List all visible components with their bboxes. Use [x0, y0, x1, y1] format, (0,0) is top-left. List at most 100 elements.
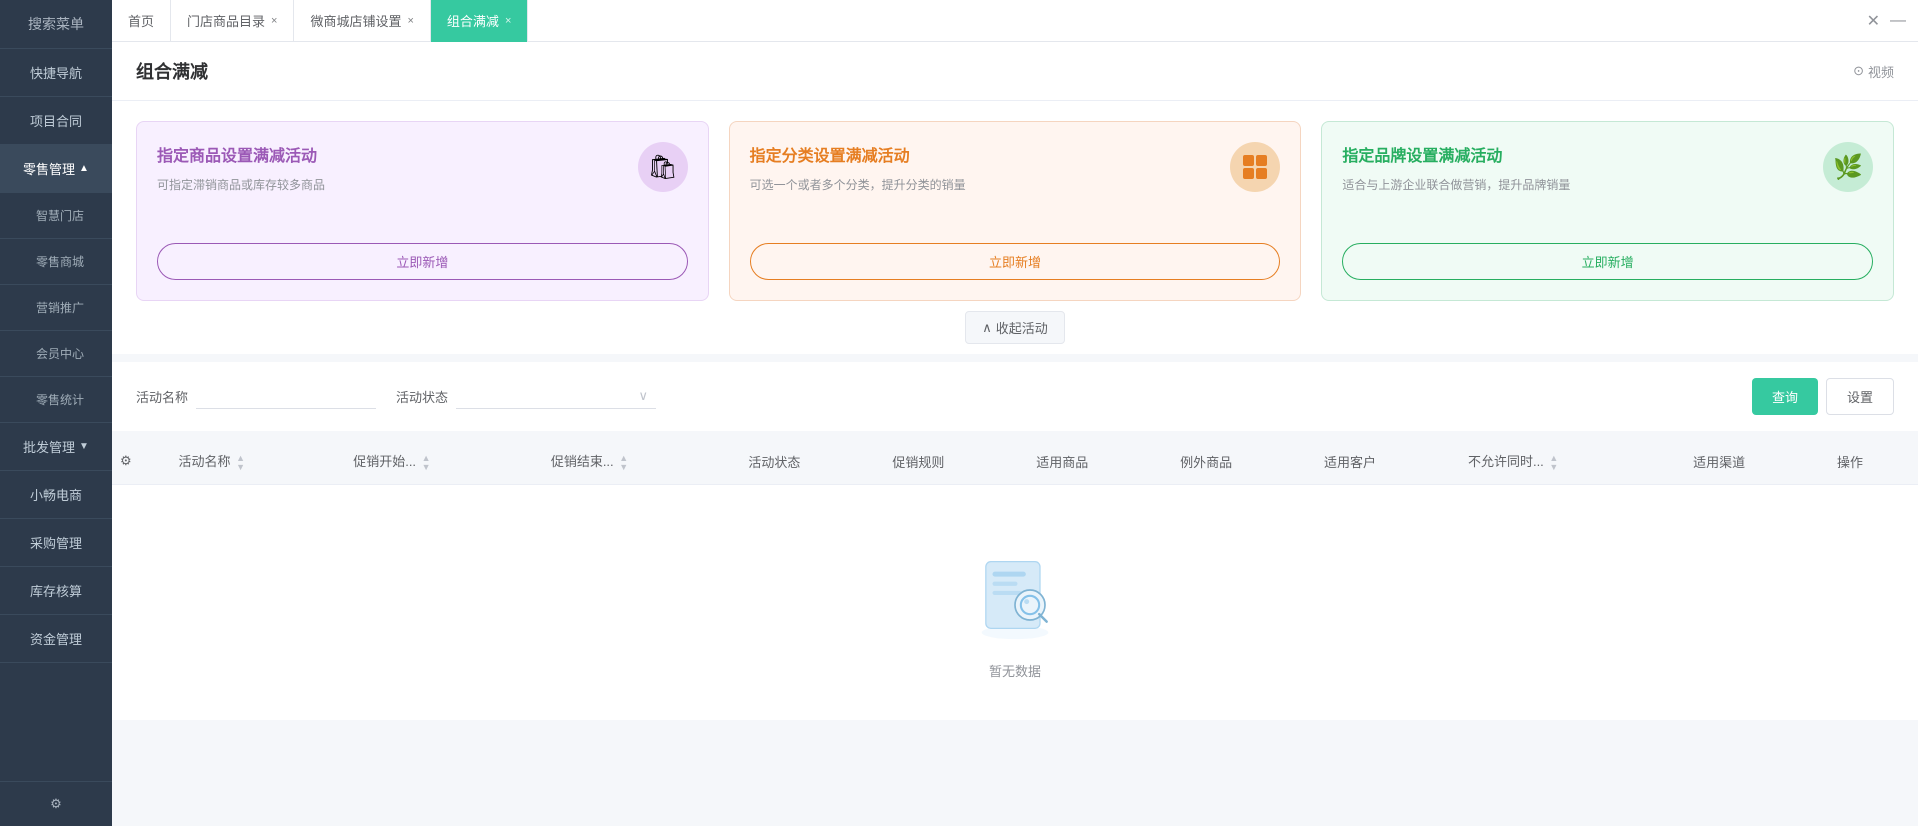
- filter-status-label: 活动状态: [396, 387, 448, 406]
- sidebar-item-fund-mgmt[interactable]: 资金管理: [0, 615, 112, 663]
- tab-wechat-store[interactable]: 微商城店铺设置 ×: [294, 0, 430, 42]
- filter-status-select[interactable]: ∨: [456, 384, 656, 409]
- sidebar-settings[interactable]: ⚙: [0, 781, 112, 826]
- empty-state: 暂无数据: [112, 485, 1918, 720]
- collapse-bar: ∧ 收起活动: [136, 301, 1894, 354]
- sidebar-item-purchase-mgmt[interactable]: 采购管理: [0, 519, 112, 567]
- th-not-allow-same[interactable]: 不允许同时... ▲▼: [1460, 439, 1685, 484]
- th-applicable-channel: 适用渠道: [1685, 439, 1829, 484]
- sidebar-item-marketing[interactable]: 营销推广: [0, 285, 112, 331]
- play-circle-icon: ⊙: [1853, 63, 1864, 79]
- th-applicable-customer: 适用客户: [1316, 439, 1460, 484]
- empty-text: 暂无数据: [989, 661, 1041, 680]
- th-promo-rule: 促销规则: [884, 439, 1028, 484]
- product-card-add-btn[interactable]: 立即新增: [157, 243, 688, 280]
- filter-section: 活动名称 活动状态 ∨ 查询 设置: [112, 362, 1918, 431]
- sidebar-item-inventory-calc[interactable]: 库存核算: [0, 567, 112, 615]
- filter-group-status: 活动状态 ∨: [396, 384, 656, 409]
- empty-state-icon: [965, 545, 1065, 645]
- sidebar-item-project-contract[interactable]: 项目合同: [0, 97, 112, 145]
- data-table: ⚙ 活动名称 ▲▼ 促销开始... ▲▼ 促销结束...: [112, 439, 1918, 485]
- brand-card-title: 指定品牌设置满减活动: [1342, 142, 1873, 166]
- product-card-title: 指定商品设置满减活动: [157, 142, 688, 166]
- table-wrapper: ⚙ 活动名称 ▲▼ 促销开始... ▲▼ 促销结束...: [112, 439, 1918, 485]
- sidebar-item-xiaochangec[interactable]: 小畅电商: [0, 471, 112, 519]
- sidebar-item-retail-stats[interactable]: 零售统计: [0, 377, 112, 423]
- chevron-up-icon: ∧: [982, 320, 992, 336]
- collapse-activity-btn[interactable]: ∧ 收起活动: [965, 311, 1065, 344]
- sidebar-item-label: 会员中心: [36, 345, 84, 362]
- tab-home[interactable]: 首页: [112, 0, 171, 42]
- sidebar-item-label: 零售商城: [36, 253, 84, 270]
- th-activity-status: 活动状态: [740, 439, 884, 484]
- tab-store-catalog-label: 门店商品目录: [187, 11, 265, 30]
- table-section: ⚙ 活动名称 ▲▼ 促销开始... ▲▼ 促销结束...: [112, 439, 1918, 720]
- tab-home-label: 首页: [128, 11, 154, 30]
- window-minimize-icon[interactable]: —: [1890, 12, 1906, 30]
- tab-combo-discount[interactable]: 组合满减 ×: [431, 0, 528, 42]
- content-area: 组合满减 ⊙ 视频 🛍 指定商品设置满减活动 可指定滞销商品或库存较多商品 立即…: [112, 42, 1918, 826]
- sidebar-item-label: 智慧门店: [36, 207, 84, 224]
- category-card-add-btn[interactable]: 立即新增: [750, 243, 1281, 280]
- th-applicable-goods: 适用商品: [1028, 439, 1172, 484]
- th-settings[interactable]: ⚙: [112, 439, 171, 484]
- th-activity-name[interactable]: 活动名称 ▲▼: [171, 439, 346, 484]
- chevron-up-icon: ▲: [79, 163, 89, 174]
- sidebar-item-member-center[interactable]: 会员中心: [0, 331, 112, 377]
- category-card-desc: 可选一个或者多个分类，提升分类的销量: [750, 176, 1281, 227]
- tab-wechat-store-close[interactable]: ×: [407, 15, 413, 27]
- sidebar-item-label: 零售管理: [23, 159, 75, 178]
- sort-icon: ▲▼: [422, 454, 431, 472]
- grid-icon: [1241, 153, 1269, 181]
- sidebar-item-retail-mgmt[interactable]: 零售管理 ▲: [0, 145, 112, 193]
- gear-icon: ⚙: [50, 796, 62, 811]
- activity-section: 🛍 指定商品设置满减活动 可指定滞销商品或库存较多商品 立即新增: [112, 101, 1918, 354]
- leaf-icon: 🌿: [1833, 153, 1863, 182]
- sort-icon: ▲▼: [619, 454, 628, 472]
- filter-buttons: 查询 设置: [1752, 378, 1894, 415]
- activity-card-category: 指定分类设置满减活动 可选一个或者多个分类，提升分类的销量 立即新增: [729, 121, 1302, 301]
- video-link[interactable]: ⊙ 视频: [1853, 62, 1894, 81]
- table-header-row: ⚙ 活动名称 ▲▼ 促销开始... ▲▼ 促销结束...: [112, 439, 1918, 484]
- tab-combo-discount-label: 组合满减: [447, 11, 499, 30]
- sidebar-item-wholesale-mgmt[interactable]: 批发管理 ▼: [0, 423, 112, 471]
- tab-combo-discount-close[interactable]: ×: [505, 15, 511, 27]
- sidebar-item-label: 项目合同: [30, 111, 82, 130]
- brand-card-icon: 🌿: [1823, 142, 1873, 192]
- chevron-down-icon: ▼: [79, 441, 89, 452]
- collapse-label: 收起活动: [996, 318, 1048, 337]
- category-card-icon: [1230, 142, 1280, 192]
- filter-group-name: 活动名称: [136, 385, 376, 409]
- window-close-icon[interactable]: ✕: [1867, 11, 1880, 31]
- brand-card-add-btn[interactable]: 立即新增: [1342, 243, 1873, 280]
- sidebar-item-label: 批发管理: [23, 437, 75, 456]
- sort-icon: ▲▼: [236, 454, 245, 472]
- page-header: 组合满减 ⊙ 视频: [112, 42, 1918, 101]
- activity-cards: 🛍 指定商品设置满减活动 可指定滞销商品或库存较多商品 立即新增: [136, 121, 1894, 301]
- filter-name-input[interactable]: [196, 385, 376, 409]
- video-label: 视频: [1868, 62, 1894, 81]
- sidebar-item-smart-store[interactable]: 智慧门店: [0, 193, 112, 239]
- sidebar-item-retail-mall[interactable]: 零售商城: [0, 239, 112, 285]
- product-card-icon: 🛍: [638, 142, 688, 192]
- filter-name-label: 活动名称: [136, 387, 188, 406]
- tab-store-catalog[interactable]: 门店商品目录 ×: [171, 0, 294, 42]
- sidebar-item-label: 采购管理: [30, 533, 82, 552]
- sidebar-item-label: 零售统计: [36, 391, 84, 408]
- category-card-title: 指定分类设置满减活动: [750, 142, 1281, 166]
- query-button[interactable]: 查询: [1752, 378, 1818, 415]
- sidebar-item-label: 库存核算: [30, 581, 82, 600]
- th-promo-start[interactable]: 促销开始... ▲▼: [345, 439, 543, 484]
- sidebar-search[interactable]: 搜索菜单: [0, 0, 112, 49]
- sidebar-item-label: 营销推广: [36, 299, 84, 316]
- settings-icon: ⚙: [120, 453, 132, 468]
- tab-wechat-store-label: 微商城店铺设置: [310, 11, 401, 30]
- tab-store-catalog-close[interactable]: ×: [271, 15, 277, 27]
- tabs-bar: 首页 门店商品目录 × 微商城店铺设置 × 组合满减 × ✕ —: [112, 0, 1918, 42]
- product-card-desc: 可指定滞销商品或库存较多商品: [157, 176, 688, 227]
- th-promo-end[interactable]: 促销结束... ▲▼: [543, 439, 741, 484]
- setting-button[interactable]: 设置: [1826, 378, 1894, 415]
- page-title: 组合满减: [136, 58, 208, 84]
- sidebar-item-quick-nav[interactable]: 快捷导航: [0, 49, 112, 97]
- sidebar-item-label: 资金管理: [30, 629, 82, 648]
